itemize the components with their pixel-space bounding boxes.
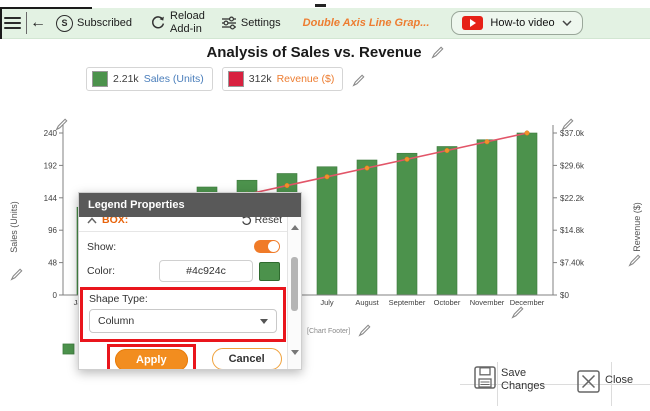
box-section-header[interactable]: BOX: Reset (79, 217, 288, 228)
svg-text:240: 240 (44, 129, 58, 138)
apply-button[interactable]: Apply (115, 349, 188, 369)
reset-icon (241, 217, 251, 225)
shape-type-dropdown[interactable]: Column (89, 309, 277, 333)
cancel-button[interactable]: Cancel (211, 348, 282, 369)
svg-text:$0: $0 (560, 291, 569, 300)
legend-properties-dialog: Legend Properties BOX: Reset Show: Color… (78, 192, 302, 370)
svg-text:144: 144 (44, 194, 58, 203)
close-x-icon (577, 370, 600, 393)
color-label: Color: (87, 265, 116, 277)
scroll-down-arrow[interactable] (291, 350, 299, 355)
box-section-label: BOX: (102, 217, 129, 226)
show-label: Show: (87, 240, 117, 253)
dialog-scrollbar[interactable] (287, 217, 301, 369)
svg-text:$7.40k: $7.40k (560, 259, 585, 268)
close-button[interactable]: Close (576, 369, 633, 394)
svg-text:48: 48 (48, 259, 57, 268)
svg-text:192: 192 (44, 161, 58, 170)
save-changes-button[interactable]: Save Changes (473, 365, 545, 392)
chevron-up-icon (87, 217, 97, 223)
svg-text:$29.6k: $29.6k (560, 161, 585, 170)
reset-button[interactable]: Reset (241, 217, 282, 226)
svg-text:September: September (389, 298, 426, 307)
shape-type-value: Column (98, 315, 135, 327)
app-window: ← S Subscribed Reload Add-in Settings Do… (0, 0, 650, 411)
svg-text:October: October (434, 298, 461, 307)
chart-footer-text: [Chart Footer] (307, 328, 351, 335)
svg-text:96: 96 (48, 226, 57, 235)
svg-text:$22.2k: $22.2k (560, 194, 585, 203)
show-toggle[interactable] (254, 240, 280, 253)
dialog-title: Legend Properties (79, 193, 301, 217)
highlight-box-shape-type: Shape Type: Column (80, 287, 286, 342)
svg-text:August: August (355, 298, 379, 307)
close-label: Close (605, 374, 634, 386)
svg-text:0: 0 (53, 291, 58, 300)
color-value-input[interactable]: #4c924c (159, 260, 253, 282)
save-changes-label: Save Changes (501, 367, 546, 392)
scroll-up-arrow[interactable] (291, 225, 299, 230)
highlight-box-apply: Apply (107, 344, 196, 369)
svg-text:December: December (510, 298, 545, 307)
scroll-thumb[interactable] (291, 257, 298, 311)
svg-text:July: July (320, 298, 334, 307)
dialog-body: BOX: Reset Show: Color: #4c924c Shape Ty… (79, 217, 288, 369)
color-swatch[interactable] (259, 261, 280, 281)
svg-text:$37.0k: $37.0k (560, 129, 585, 138)
shape-type-label: Shape Type: (89, 293, 148, 305)
svg-text:November: November (470, 298, 505, 307)
dropdown-caret-icon (260, 318, 268, 324)
svg-text:$14.8k: $14.8k (560, 226, 585, 235)
save-floppy-icon (474, 366, 496, 389)
